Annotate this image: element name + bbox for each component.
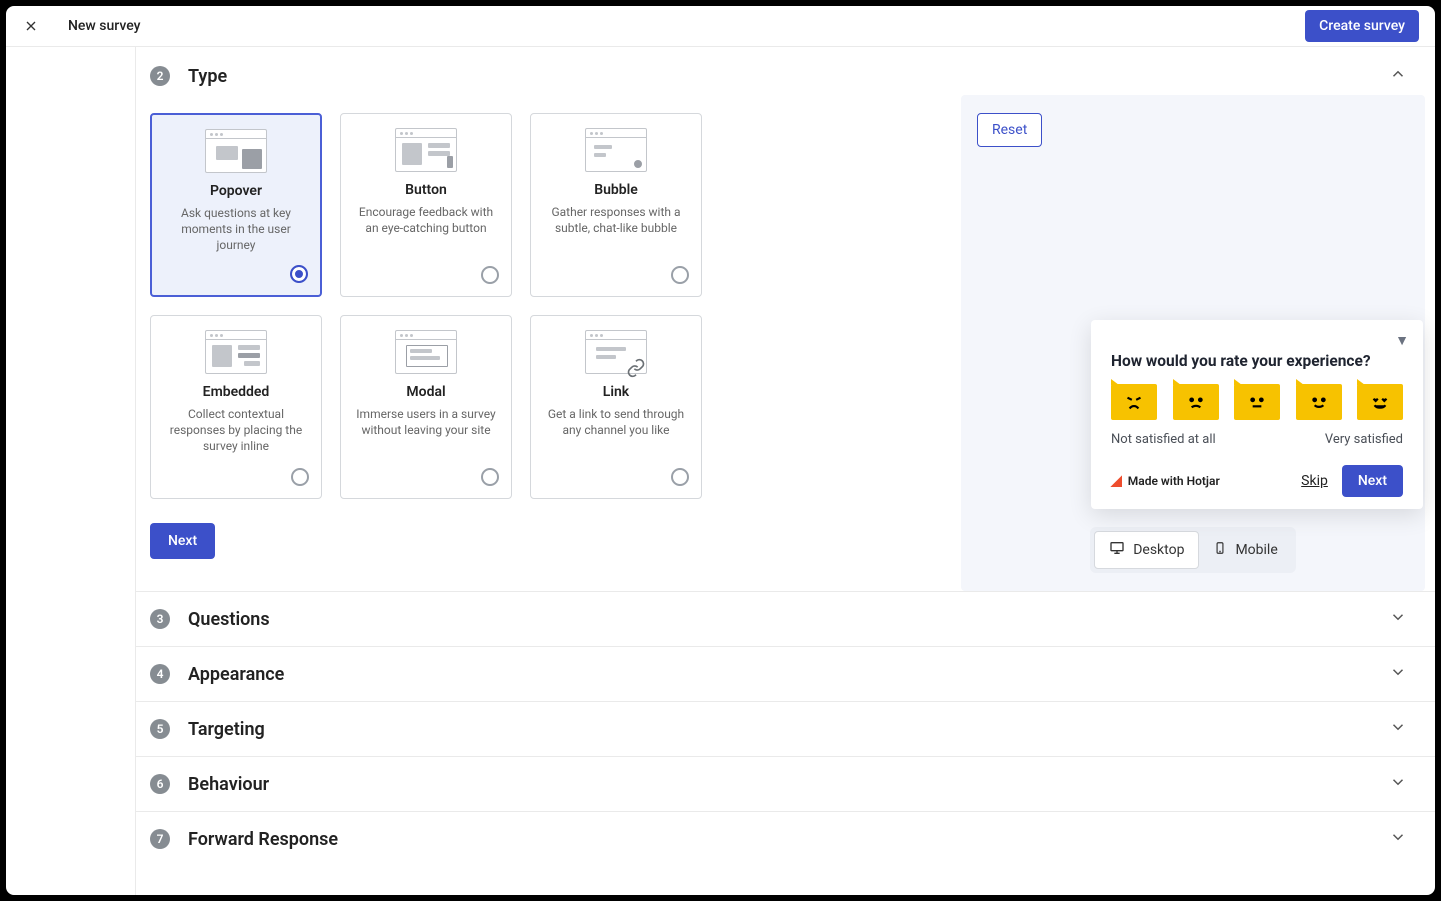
step-header-type[interactable]: 2 Type	[136, 47, 1435, 87]
create-survey-button[interactable]: Create survey	[1305, 10, 1419, 42]
rating-emoji-row	[1111, 384, 1403, 420]
chevron-down-icon	[1389, 773, 1407, 795]
chevron-down-icon	[1389, 828, 1407, 850]
radio-icon[interactable]	[671, 468, 689, 486]
type-card-button[interactable]: Button Encourage feedback with an eye-ca…	[340, 113, 512, 297]
link-icon	[626, 358, 646, 382]
device-toggle: Desktop Mobile	[1090, 527, 1296, 573]
device-desktop-button[interactable]: Desktop	[1094, 531, 1199, 569]
step-number-badge: 6	[150, 774, 170, 794]
skip-button[interactable]: Skip	[1301, 473, 1328, 489]
section-title: Targeting	[188, 719, 265, 740]
close-icon[interactable]	[22, 17, 40, 35]
emoji-rating-3-icon[interactable]	[1234, 384, 1280, 420]
type-card-embedded[interactable]: Embedded Collect contextual responses by…	[150, 315, 322, 499]
radio-icon[interactable]	[291, 468, 309, 486]
card-title: Embedded	[203, 384, 270, 400]
caret-down-icon[interactable]: ▼	[1395, 332, 1409, 349]
type-cards-grid: Popover Ask questions at key moments in …	[150, 113, 702, 499]
emoji-rating-5-icon[interactable]	[1357, 384, 1403, 420]
reset-button[interactable]: Reset	[977, 113, 1042, 147]
type-card-popover[interactable]: Popover Ask questions at key moments in …	[150, 113, 322, 297]
section-row-targeting[interactable]: 5 Targeting	[136, 701, 1435, 756]
device-mobile-button[interactable]: Mobile	[1199, 531, 1291, 569]
type-card-bubble[interactable]: Bubble Gather responses with a subtle, c…	[530, 113, 702, 297]
step-next-button[interactable]: Next	[150, 523, 215, 559]
radio-icon[interactable]	[290, 265, 308, 283]
section-row-questions[interactable]: 3 Questions	[136, 591, 1435, 646]
radio-icon[interactable]	[481, 468, 499, 486]
card-title: Bubble	[594, 182, 638, 198]
card-title: Modal	[406, 384, 445, 400]
hotjar-logo-icon: ◢	[1111, 473, 1122, 489]
desktop-icon	[1109, 540, 1125, 560]
card-title: Link	[603, 384, 629, 400]
step-title: Type	[188, 66, 227, 87]
step-number-badge: 3	[150, 609, 170, 629]
section-row-behaviour[interactable]: 6 Behaviour	[136, 756, 1435, 811]
chevron-down-icon	[1389, 608, 1407, 630]
chevron-down-icon	[1389, 718, 1407, 740]
emoji-rating-2-icon[interactable]	[1173, 384, 1219, 420]
type-card-link[interactable]: Link Get a link to send through any chan…	[530, 315, 702, 499]
chevron-up-icon[interactable]	[1389, 65, 1407, 87]
section-row-appearance[interactable]: 4 Appearance	[136, 646, 1435, 701]
emoji-rating-1-icon[interactable]	[1111, 384, 1157, 420]
section-title: Forward Response	[188, 829, 338, 850]
top-bar: New survey Create survey	[6, 6, 1435, 47]
scale-high-label: Very satisfied	[1325, 432, 1403, 447]
scale-low-label: Not satisfied at all	[1111, 432, 1216, 447]
survey-popover-preview: ▼ How would you rate your experience? No…	[1091, 320, 1423, 509]
preview-question: How would you rate your experience?	[1111, 352, 1403, 370]
chevron-down-icon	[1389, 663, 1407, 685]
preview-next-button[interactable]: Next	[1342, 465, 1403, 497]
step-number-badge: 2	[150, 66, 170, 86]
made-with-hotjar[interactable]: ◢ Made with Hotjar	[1111, 473, 1220, 489]
emoji-rating-4-icon[interactable]	[1296, 384, 1342, 420]
step-number-badge: 4	[150, 664, 170, 684]
card-desc: Get a link to send through any channel y…	[543, 406, 689, 438]
radio-icon[interactable]	[481, 266, 499, 284]
section-title: Questions	[188, 609, 270, 630]
card-desc: Immerse users in a survey without leavin…	[353, 406, 499, 438]
preview-pane: Reset ▼ How would you rate your experien…	[961, 95, 1425, 591]
step-number-badge: 5	[150, 719, 170, 739]
step-number-badge: 7	[150, 829, 170, 849]
card-desc: Gather responses with a subtle, chat-lik…	[543, 204, 689, 236]
card-desc: Encourage feedback with an eye-catching …	[353, 204, 499, 236]
card-desc: Collect contextual responses by placing …	[163, 406, 309, 455]
type-card-modal[interactable]: Modal Immerse users in a survey without …	[340, 315, 512, 499]
card-title: Popover	[210, 183, 262, 199]
page-title: New survey	[68, 18, 141, 34]
mobile-icon	[1213, 540, 1227, 560]
section-title: Behaviour	[188, 774, 269, 795]
section-row-forward-response[interactable]: 7 Forward Response	[136, 811, 1435, 866]
card-desc: Ask questions at key moments in the user…	[164, 205, 308, 254]
card-title: Button	[405, 182, 447, 198]
radio-icon[interactable]	[671, 266, 689, 284]
section-title: Appearance	[188, 664, 284, 685]
